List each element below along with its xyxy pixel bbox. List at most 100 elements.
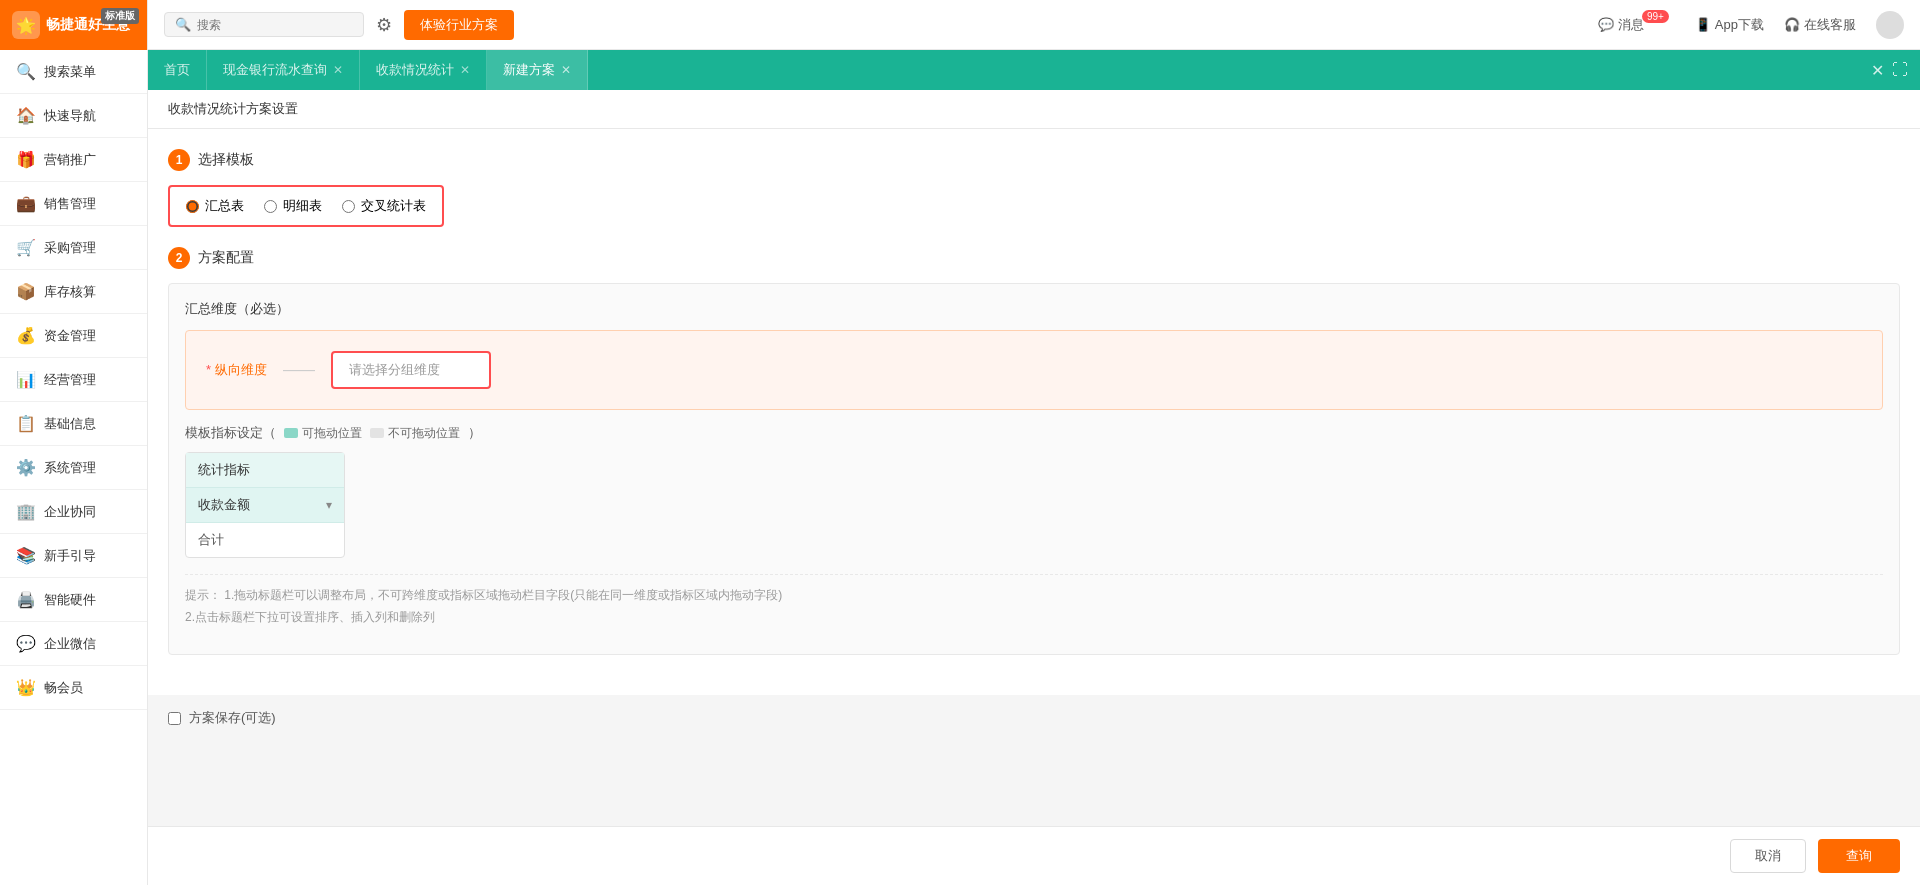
tab-close-bank-flow[interactable]: ✕	[333, 63, 343, 77]
notification-label: 消息	[1618, 16, 1644, 34]
search-icon: 🔍	[175, 17, 191, 32]
industry-btn[interactable]: 体验行业方案	[404, 10, 514, 40]
settings-icon[interactable]: ⚙	[376, 14, 392, 36]
tabbar-actions: ✕⛶	[1871, 61, 1920, 80]
tab-bank-flow[interactable]: 现金银行流水查询✕	[207, 50, 360, 90]
radio-summary[interactable]	[186, 200, 199, 213]
tab-label-collection-stat: 收款情况统计	[376, 61, 454, 79]
drag-badge: 可拖动位置	[284, 425, 362, 442]
download-item[interactable]: 📱 App下载	[1695, 16, 1764, 34]
metrics-row-total: 合计	[186, 523, 344, 557]
query-button[interactable]: 查询	[1818, 839, 1900, 873]
template-options: 汇总表 明细表 交叉统计表	[168, 185, 444, 227]
radio-label-cross: 交叉统计表	[361, 197, 426, 215]
sidebar-item-system[interactable]: ⚙️系统管理	[0, 446, 147, 490]
tab-home[interactable]: 首页	[148, 50, 207, 90]
group-dimension-select[interactable]: 请选择分组维度	[331, 351, 491, 389]
message-icon: 💬	[1598, 17, 1614, 32]
sidebar-item-smart-hw[interactable]: 🖨️ 智能硬件	[0, 578, 147, 622]
sidebar-item-sales[interactable]: 💼 销售管理	[0, 182, 147, 226]
sidebar-label-member: 畅会员	[44, 679, 83, 697]
step2-section: 2 方案配置 汇总维度（必选） *纵向维度 —— 请选择分组维度	[168, 247, 1900, 655]
radio-option-summary[interactable]: 汇总表	[186, 197, 244, 215]
support-label: 在线客服	[1804, 16, 1856, 34]
dimension-area: *纵向维度 —— 请选择分组维度	[185, 330, 1883, 410]
sidebar-item-basic-info[interactable]: 📋基础信息	[0, 402, 147, 446]
sidebar-icon-quick-nav: 🏠	[16, 106, 36, 125]
tip-line1: 提示： 1.拖动标题栏可以调整布局，不可跨维度或指标区域拖动栏目字段(只能在同一…	[185, 585, 1883, 607]
sidebar-label-wechat: 企业微信	[44, 635, 96, 653]
sidebar-item-quick-nav[interactable]: 🏠快速导航	[0, 94, 147, 138]
metrics-row-label: 合计	[198, 532, 224, 547]
logo-icon: 🌟	[12, 11, 40, 39]
notification-badge: 99+	[1642, 10, 1669, 23]
sidebar-item-operations[interactable]: 📊 经营管理	[0, 358, 147, 402]
step2-title: 方案配置	[198, 249, 254, 267]
sidebar-icon-inventory: 📦	[16, 282, 36, 301]
tab-close-new-plan[interactable]: ✕	[561, 63, 571, 77]
config-section: 汇总维度（必选） *纵向维度 —— 请选择分组维度 模板指标设定（	[168, 283, 1900, 655]
save-label: 方案保存(可选)	[189, 709, 276, 727]
dimension-section-label: 汇总维度（必选）	[185, 300, 1883, 318]
close-window-icon[interactable]: ✕	[1871, 61, 1884, 80]
support-item[interactable]: 🎧 在线客服	[1784, 16, 1856, 34]
metrics-header: 模板指标设定（ 可拖动位置 不可拖动位置 ）	[185, 424, 1883, 442]
sidebar-icon-enterprise: 🏢	[16, 502, 36, 521]
notification-item[interactable]: 💬 消息 99+	[1598, 16, 1675, 34]
radio-cross[interactable]	[342, 200, 355, 213]
maximize-icon[interactable]: ⛶	[1892, 61, 1908, 79]
page-footer: 方案保存(可选)	[148, 695, 1920, 741]
tab-collection-stat[interactable]: 收款情况统计 ✕	[360, 50, 487, 90]
sidebar-label-smart-hw: 智能硬件	[44, 591, 96, 609]
required-mark: *	[206, 362, 211, 377]
sidebar-item-inventory[interactable]: 📦库存核算	[0, 270, 147, 314]
search-input[interactable]	[197, 18, 337, 32]
topbar-right: 💬 消息 99+ 📱 App下载 🎧 在线客服	[1598, 11, 1904, 39]
sidebar-label-operations: 经营管理	[44, 371, 96, 389]
sidebar-icon-operations: 📊	[16, 370, 36, 389]
arrow-icon: ——	[283, 361, 315, 379]
radio-label-summary: 汇总表	[205, 197, 244, 215]
tabbar: 首页现金银行流水查询✕收款情况统计✕新建方案✕✕⛶	[148, 50, 1920, 90]
save-checkbox[interactable]	[168, 712, 181, 725]
step2-number: 2	[168, 247, 190, 269]
sidebar-icon-finance: 💰	[16, 326, 36, 345]
page-content: 收款情况统计方案设置 1 选择模板 汇总表明细表交叉统计表 2 方案配置 汇总	[148, 90, 1920, 826]
metrics-table: 统计指标 收款金额 ▾ 合计	[185, 452, 345, 558]
sidebar-item-marketing[interactable]: 🎁 营销推广	[0, 138, 147, 182]
sidebar-item-finance[interactable]: 💰资金管理	[0, 314, 147, 358]
cancel-button[interactable]: 取消	[1730, 839, 1806, 873]
tab-label-home: 首页	[164, 61, 190, 79]
sidebar-item-purchase[interactable]: 🛒采购管理	[0, 226, 147, 270]
download-icon: 📱	[1695, 17, 1711, 32]
sidebar-item-enterprise[interactable]: 🏢企业协同	[0, 490, 147, 534]
tab-close-collection-stat[interactable]: ✕	[460, 63, 470, 77]
column-dropdown-icon[interactable]: ▾	[326, 498, 332, 512]
drag-indicator-inactive	[370, 428, 384, 438]
metrics-column-label: 收款金额	[198, 496, 250, 514]
user-avatar[interactable]	[1876, 11, 1904, 39]
radio-detail[interactable]	[264, 200, 277, 213]
tab-new-plan[interactable]: 新建方案✕	[487, 50, 588, 90]
sidebar-icon-system: ⚙️	[16, 458, 36, 477]
sidebar-label-basic-info: 基础信息	[44, 415, 96, 433]
step1-number: 1	[168, 149, 190, 171]
sidebar-item-newbie[interactable]: 📚新手引导	[0, 534, 147, 578]
radio-option-cross[interactable]: 交叉统计表	[342, 197, 426, 215]
sidebar-icon-smart-hw: 🖨️	[16, 590, 36, 609]
form-body: 1 选择模板 汇总表明细表交叉统计表 2 方案配置 汇总维度（必选）	[148, 129, 1920, 695]
radio-option-detail[interactable]: 明细表	[264, 197, 322, 215]
sidebar-label-marketing: 营销推广	[44, 151, 96, 169]
sidebar-label-sales: 销售管理	[44, 195, 96, 213]
tips-area: 提示： 1.拖动标题栏可以调整布局，不可跨维度或指标区域拖动栏目字段(只能在同一…	[185, 574, 1883, 638]
metrics-table-header[interactable]: 统计指标	[186, 453, 344, 488]
search-box[interactable]: 🔍	[164, 12, 364, 37]
sidebar-item-wechat[interactable]: 💬企业微信	[0, 622, 147, 666]
sidebar-icon-sales: 💼	[16, 194, 36, 213]
sidebar-item-search-menu[interactable]: 🔍搜索菜单	[0, 50, 147, 94]
topbar: 🔍 ⚙ 体验行业方案 💬 消息 99+ 📱 App下载 🎧 在线客服	[148, 0, 1920, 50]
sidebar-nav: 🔍搜索菜单🏠快速导航 🎁 营销推广 💼 销售管理 🛒采购管理📦库存核算💰资金管理 📊 经营管理…	[0, 50, 147, 885]
sidebar-icon-marketing: 🎁	[16, 150, 36, 169]
sidebar-item-member[interactable]: 👑畅会员	[0, 666, 147, 710]
metrics-column-header[interactable]: 收款金额 ▾	[186, 488, 344, 523]
